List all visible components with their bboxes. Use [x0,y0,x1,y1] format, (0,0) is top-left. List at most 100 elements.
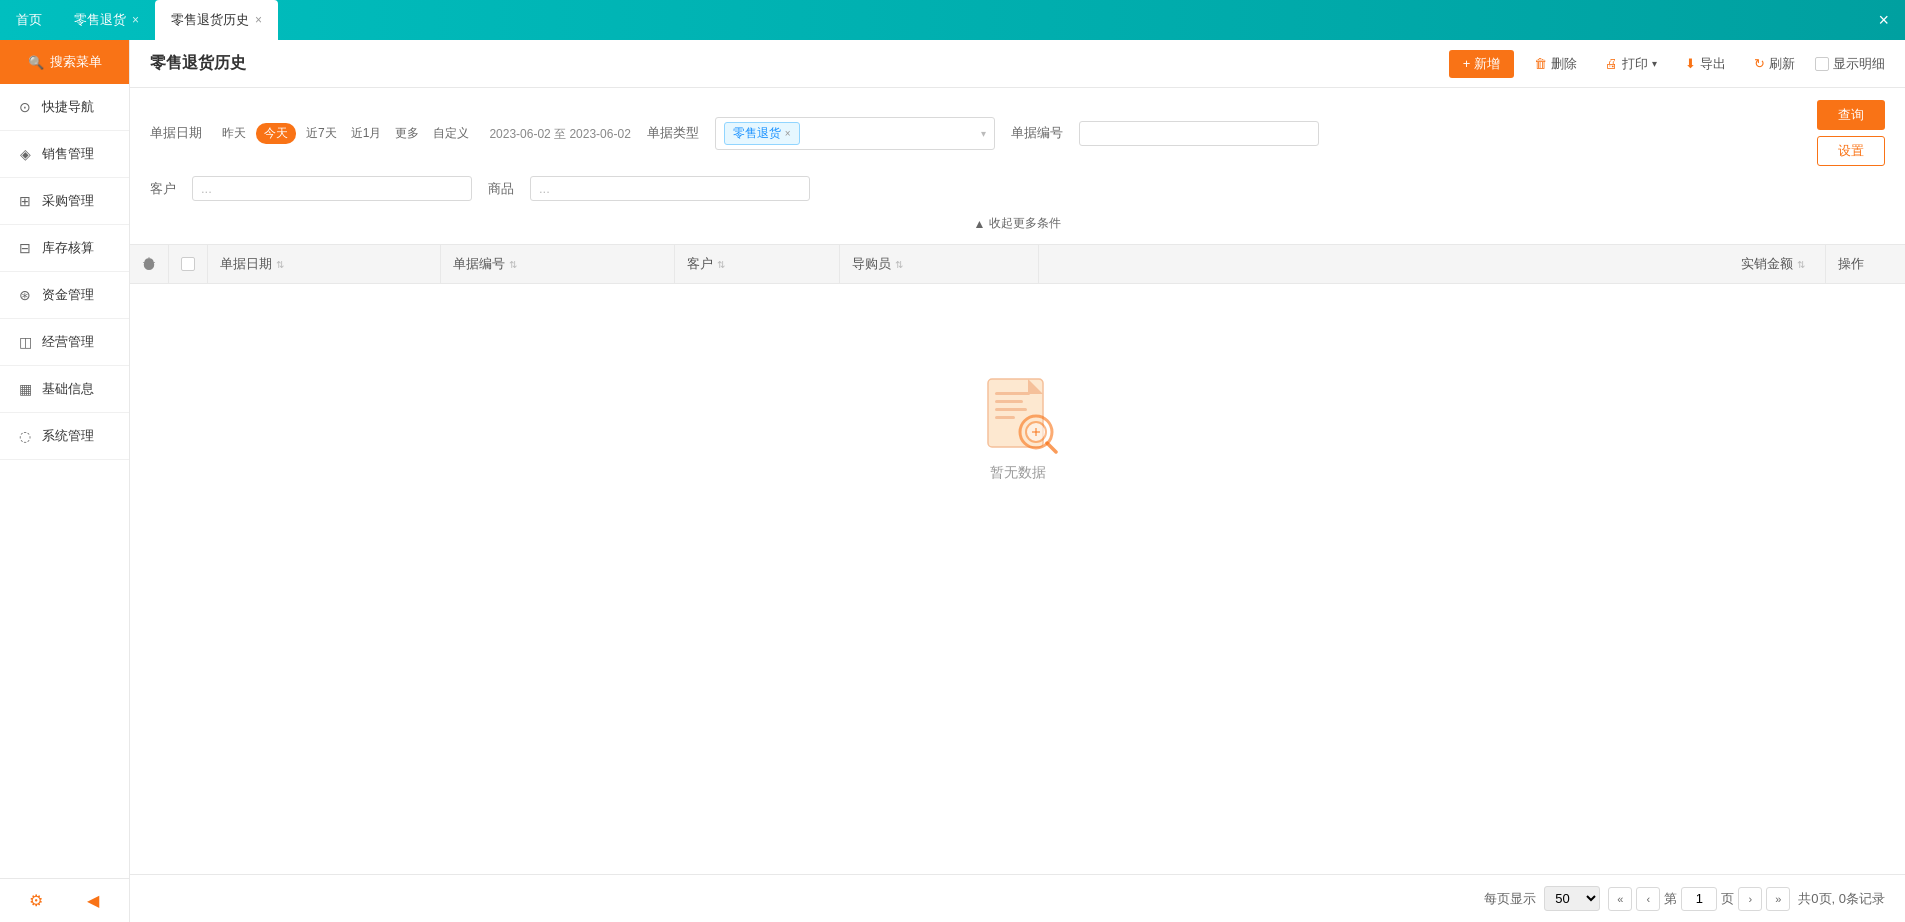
date-btn-1month[interactable]: 近1月 [347,123,386,144]
sales-mgmt-icon: ◈ [16,145,34,163]
th-doc-date[interactable]: 单据日期 ⇅ [208,245,441,284]
collapse-sidebar-icon[interactable]: ◀ [77,885,109,917]
filter-row-1: 单据日期 昨天 今天 近7天 近1月 更多 自定义 2023-06-02 至 2… [150,100,1885,166]
sidebar-item-operations[interactable]: ◫ 经营管理 [0,319,129,366]
table-header-row: 单据日期 ⇅ 单据编号 ⇅ 客户 [130,245,1905,284]
date-btn-custom[interactable]: 自定义 [429,123,473,144]
remove-type-tag[interactable]: × [785,128,791,139]
tab-retail-return[interactable]: 零售退货 × [58,0,155,40]
next-page-button[interactable]: › [1738,887,1762,911]
sort-doc-date-icon: ⇅ [276,259,284,270]
print-dropdown-icon: ▾ [1652,58,1657,69]
sort-doc-no-icon: ⇅ [509,259,517,270]
table-body: 暂无数据 [130,284,1905,563]
export-icon: ⬇ [1685,56,1696,71]
refresh-button[interactable]: ↻ 刷新 [1746,51,1803,77]
last-page-button[interactable]: » [1766,887,1790,911]
sidebar-item-system-mgmt[interactable]: ◌ 系统管理 [0,413,129,460]
export-button[interactable]: ⬇ 导出 [1677,51,1734,77]
refresh-icon: ↻ [1754,56,1765,71]
empty-state-row: 暂无数据 [130,284,1905,563]
date-btn-7days[interactable]: 近7天 [302,123,341,144]
page-number-input[interactable]: 1 [1681,887,1717,911]
query-set-buttons: 查询 设置 [1817,100,1885,166]
svg-rect-3 [995,408,1027,411]
top-bar: 首页 零售退货 × 零售退货历史 × × [0,0,1905,40]
sidebar-item-finance[interactable]: ⊛ 资金管理 [0,272,129,319]
new-button[interactable]: + 新增 [1449,50,1514,78]
svg-line-7 [1047,443,1056,452]
th-doc-no[interactable]: 单据编号 ⇅ [441,245,674,284]
page-title: 零售退货历史 [150,53,246,74]
pagination-nav: « ‹ 第 1 页 › » [1608,887,1790,911]
sort-amount-icon: ⇅ [1797,259,1805,270]
date-btn-more[interactable]: 更多 [391,123,423,144]
tab-retail-return-history[interactable]: 零售退货历史 × [155,0,278,40]
first-page-button[interactable]: « [1608,887,1632,911]
sidebar: 🔍 搜索菜单 ⊙ 快捷导航 ◈ 销售管理 ⊞ 采购管理 ⊟ 库存核算 ⊛ 资金管 [0,40,130,922]
purchase-mgmt-icon: ⊞ [16,192,34,210]
window-close-button[interactable]: × [1878,10,1889,31]
sort-customer-icon: ⇅ [717,259,725,270]
goods-filter-dropdown[interactable]: ... [530,176,810,201]
page-header: 零售退货历史 + 新增 🗑 删除 🖨 打印 ▾ ⬇ 导出 ↻ [130,40,1905,88]
page-word: 第 [1664,890,1677,908]
customer-filter-dropdown[interactable]: ... [192,176,472,201]
collapse-button[interactable]: ▲ 收起更多条件 [974,215,1062,232]
page-actions: + 新增 🗑 删除 🖨 打印 ▾ ⬇ 导出 ↻ 刷新 [1449,50,1885,78]
th-select-all[interactable] [169,245,208,284]
date-filter-group: 昨天 今天 近7天 近1月 更多 自定义 [218,123,473,144]
svg-rect-1 [995,392,1030,395]
doc-no-label: 单据编号 [1011,124,1063,142]
print-button[interactable]: 🖨 打印 ▾ [1597,51,1665,77]
type-dropdown-arrow: ▾ [981,128,986,139]
filter-row-2: 客户 ... 商品 ... [150,176,1885,201]
print-icon: 🖨 [1605,56,1618,71]
date-btn-today[interactable]: 今天 [256,123,296,144]
total-info: 共0页, 0条记录 [1798,890,1885,908]
page-unit: 页 [1721,890,1734,908]
pagination-bar: 每页显示 10 20 50 100 « ‹ 第 1 页 › » 共0页, 0条记… [130,874,1905,922]
main-layout: 🔍 搜索菜单 ⊙ 快捷导航 ◈ 销售管理 ⊞ 采购管理 ⊟ 库存核算 ⊛ 资金管 [0,40,1905,922]
close-tab-history[interactable]: × [255,13,262,27]
settings-icon[interactable]: ⚙ [20,885,52,917]
select-all-checkbox[interactable] [181,257,195,271]
search-icon: 🔍 [28,55,44,70]
date-filter-label: 单据日期 [150,124,202,142]
sidebar-item-quick-nav[interactable]: ⊙ 快捷导航 [0,84,129,131]
date-btn-yesterday[interactable]: 昨天 [218,123,250,144]
empty-text: 暂无数据 [990,464,1046,482]
collapse-icon: ▲ [974,217,986,231]
basic-info-icon: ▦ [16,380,34,398]
sidebar-menu: ⊙ 快捷导航 ◈ 销售管理 ⊞ 采购管理 ⊟ 库存核算 ⊛ 资金管理 ◫ 经营管… [0,84,129,878]
close-tab-retail-return[interactable]: × [132,13,139,27]
display-detail-toggle[interactable]: 显示明细 [1815,55,1885,73]
sidebar-item-basic-info[interactable]: ▦ 基础信息 [0,366,129,413]
page-size-select[interactable]: 10 20 50 100 [1544,886,1600,911]
query-button[interactable]: 查询 [1817,100,1885,130]
set-button[interactable]: 设置 [1817,136,1885,166]
th-guide[interactable]: 导购员 ⇅ [839,245,1038,284]
date-range-display: 2023-06-02 至 2023-06-02 [489,126,630,143]
customer-filter-label: 客户 [150,180,176,198]
sort-guide-icon: ⇅ [895,259,903,270]
sidebar-item-sales-mgmt[interactable]: ◈ 销售管理 [0,131,129,178]
inventory-icon: ⊟ [16,239,34,257]
svg-rect-2 [995,400,1023,403]
display-detail-checkbox[interactable] [1815,57,1829,71]
th-customer[interactable]: 客户 ⇅ [674,245,839,284]
doc-no-input[interactable] [1079,121,1319,146]
prev-page-button[interactable]: ‹ [1636,887,1660,911]
type-filter-dropdown[interactable]: 零售退货 × ▾ [715,117,995,150]
sidebar-search[interactable]: 🔍 搜索菜单 [0,40,129,84]
tab-home[interactable]: 首页 [0,0,58,40]
type-tag-retail-return: 零售退货 × [724,122,800,145]
content-area: 零售退货历史 + 新增 🗑 删除 🖨 打印 ▾ ⬇ 导出 ↻ [130,40,1905,922]
sidebar-item-inventory[interactable]: ⊟ 库存核算 [0,225,129,272]
operations-icon: ◫ [16,333,34,351]
sidebar-item-purchase-mgmt[interactable]: ⊞ 采购管理 [0,178,129,225]
delete-button[interactable]: 🗑 删除 [1526,51,1585,77]
system-mgmt-icon: ◌ [16,427,34,445]
th-amount[interactable]: 实销金额 ⇅ [1039,245,1825,284]
th-gear[interactable] [130,245,169,284]
